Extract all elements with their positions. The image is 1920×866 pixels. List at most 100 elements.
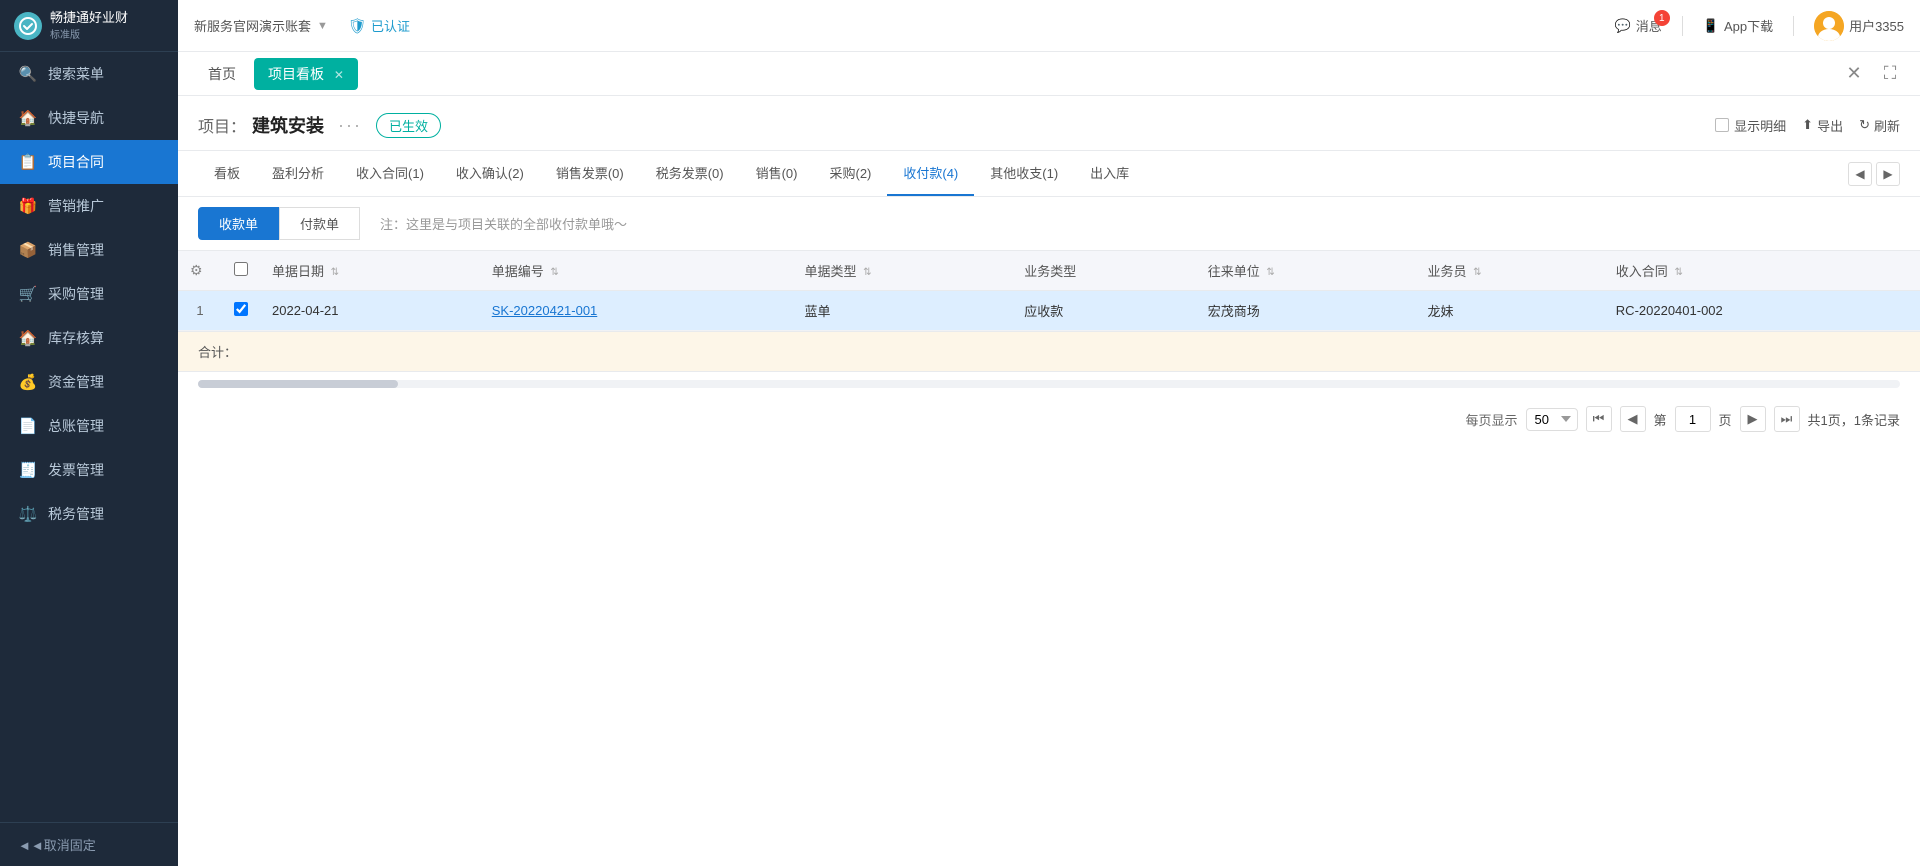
col-income-contract[interactable]: 收入合同 ⇅ <box>1604 251 1920 291</box>
type-sort-icon: ⇅ <box>863 267 871 278</box>
settings-icon[interactable]: ⚙ <box>190 262 203 278</box>
topbar: 新服务官网演示账套 ▼ 🛡 已认证 💬 消息 1 📱 App下载 <box>178 0 1920 52</box>
sidebar-item-label: 快捷导航 <box>48 108 104 128</box>
sidebar-item-label: 销售管理 <box>48 240 104 260</box>
sidebar-item-label: 税务管理 <box>48 504 104 524</box>
sidebar: 畅捷通好业财 标准版 🔍搜索菜单🏠快捷导航📋项目合同🎁营销推广📦销售管理🛒采购管… <box>0 0 178 866</box>
col-biz-type: 业务类型 <box>1012 251 1196 291</box>
export-btn[interactable]: ⬆ 导出 <box>1802 116 1843 135</box>
subtab-prev-btn[interactable]: ◀ <box>1848 162 1872 186</box>
salesperson-sort-icon: ⇅ <box>1473 267 1481 278</box>
user-btn[interactable]: 用户3355 <box>1814 11 1904 41</box>
sidebar-item-contract[interactable]: 📋项目合同 <box>0 140 178 184</box>
subtab-profit[interactable]: 盈利分析 <box>256 151 340 196</box>
verified-text: 已认证 <box>371 16 410 35</box>
tab-close-icon[interactable]: ✕ <box>334 68 344 82</box>
subtab-kanban[interactable]: 看板 <box>198 151 256 196</box>
page-input[interactable] <box>1675 406 1711 432</box>
account-chevron-icon: ▼ <box>317 20 328 32</box>
receipt-toggle-btn[interactable]: 收款单 <box>198 207 279 240</box>
maximize-window-btn[interactable]: ⛶ <box>1876 60 1904 88</box>
last-page-btn[interactable]: ⏭ <box>1774 406 1800 432</box>
prev-page-btn[interactable]: ◀ <box>1620 406 1646 432</box>
subtab-sales-invoice[interactable]: 销售发票(0) <box>540 151 640 196</box>
topbar-right: 💬 消息 1 📱 App下载 用户3355 <box>1615 11 1904 41</box>
close-window-btn[interactable]: ✕ <box>1840 60 1868 88</box>
avatar <box>1814 11 1844 41</box>
tab-project-board[interactable]: 项目看板 ✕ <box>254 58 358 90</box>
subtab-inout[interactable]: 出入库 <box>1074 151 1145 196</box>
app-download-label: App下载 <box>1724 16 1773 35</box>
sidebar-item-sales[interactable]: 📦 销售管理 <box>0 228 178 272</box>
sidebar-item-finance[interactable]: 💰资金管理 <box>0 360 178 404</box>
show-detail-label: 显示明细 <box>1734 116 1786 135</box>
contract-sort-icon: ⇅ <box>1674 267 1682 278</box>
show-detail-checkbox[interactable]: 显示明细 <box>1715 116 1786 135</box>
select-all-checkbox[interactable] <box>234 262 248 276</box>
subtab-tax-invoice[interactable]: 税务发票(0) <box>640 151 740 196</box>
total-info: 共1页，1条记录 <box>1808 410 1900 429</box>
col-salesperson[interactable]: 业务员 ⇅ <box>1415 251 1603 291</box>
per-page-select[interactable]: 50 100 200 <box>1526 408 1578 431</box>
app-download-btn[interactable]: 📱 App下载 <box>1703 16 1773 35</box>
sidebar-item-tax[interactable]: ⚖️税务管理 <box>0 492 178 536</box>
row-biz-type: 应收款 <box>1012 291 1196 331</box>
row-type: 蓝单 <box>792 291 1012 331</box>
subtab-receipt[interactable]: 收付款(4) <box>887 151 974 196</box>
next-page-btn[interactable]: ▶ <box>1740 406 1766 432</box>
subtab-income-confirm[interactable]: 收入确认(2) <box>440 151 540 196</box>
topbar-account[interactable]: 新服务官网演示账套 ▼ <box>194 16 328 35</box>
cancel-pin-btn[interactable]: ◄◄取消固定 <box>0 822 178 866</box>
sidebar-item-marketing[interactable]: 🎁营销推广 <box>0 184 178 228</box>
show-detail-checkbox-box <box>1715 118 1729 132</box>
project-more-btn[interactable]: ··· <box>338 115 362 136</box>
sidebar-item-purchase[interactable]: 🛒采购管理 <box>0 272 178 316</box>
sidebar-item-ledger[interactable]: 📄总账管理 <box>0 404 178 448</box>
subtab-sales[interactable]: 销售(0) <box>740 151 814 196</box>
subtab-income-contract[interactable]: 收入合同(1) <box>340 151 440 196</box>
view-toggle: 收款单 付款单 注：这里是与项目关联的全部收付款单哦～ <box>178 197 1920 250</box>
partner-sort-icon: ⇅ <box>1266 267 1274 278</box>
account-name: 新服务官网演示账套 <box>194 16 311 35</box>
subtab-purchase[interactable]: 采购(2) <box>813 151 887 196</box>
quicknav-icon: 🏠 <box>18 109 38 127</box>
row-checkbox[interactable] <box>222 291 260 331</box>
row-income-contract: RC-20220401-002 <box>1604 291 1920 331</box>
scrollbar-thumb[interactable] <box>198 380 398 388</box>
table-footer: 合计： <box>178 331 1920 372</box>
row-number-link[interactable]: SK-20220421-001 <box>492 303 598 318</box>
messages-btn[interactable]: 💬 消息 1 <box>1615 16 1662 35</box>
inventory-icon: 🏠 <box>18 329 38 347</box>
sidebar-item-inventory[interactable]: 🏠 库存核算 <box>0 316 178 360</box>
table-header-row: ⚙ 单据日期 ⇅ 单据编号 ⇅ 单据类型 <box>178 251 1920 291</box>
project-title: 建筑安装 <box>252 112 324 138</box>
subtab-other-expense[interactable]: 其他收支(1) <box>974 151 1074 196</box>
horizontal-scrollbar[interactable] <box>198 380 1900 388</box>
records-table: ⚙ 单据日期 ⇅ 单据编号 ⇅ 单据类型 <box>178 250 1920 331</box>
col-type[interactable]: 单据类型 ⇅ <box>792 251 1012 291</box>
col-date[interactable]: 单据日期 ⇅ <box>260 251 480 291</box>
search-icon: 🔍 <box>18 65 38 83</box>
page-label: 第 <box>1654 410 1667 429</box>
sidebar-item-label: 项目合同 <box>48 152 104 172</box>
invoice-icon: 🧾 <box>18 461 38 479</box>
first-page-btn[interactable]: ⏮ <box>1586 406 1612 432</box>
table-body: 1 2022-04-21 SK-20220421-001 蓝单 应收款 宏茂商场… <box>178 291 1920 331</box>
subtab-next-btn[interactable]: ▶ <box>1876 162 1900 186</box>
page-content: 项目： 建筑安装 ··· 已生效 显示明细 ⬆ 导出 ↻ 刷新 <box>178 96 1920 866</box>
sales-icon: 📦 <box>18 241 38 259</box>
sidebar-item-label: 搜索菜单 <box>48 64 104 84</box>
sidebar-item-quicknav[interactable]: 🏠 快捷导航 <box>0 96 178 140</box>
total-label: 合计： <box>198 345 237 360</box>
col-settings[interactable]: ⚙ <box>178 251 222 291</box>
col-partner[interactable]: 往来单位 ⇅ <box>1196 251 1416 291</box>
sidebar-item-invoice[interactable]: 🧾发票管理 <box>0 448 178 492</box>
scrollbar-area <box>178 372 1920 396</box>
refresh-btn[interactable]: ↻ 刷新 <box>1859 116 1900 135</box>
view-note: 注：这里是与项目关联的全部收付款单哦～ <box>380 214 627 233</box>
sidebar-item-label: 库存核算 <box>48 328 104 348</box>
col-number[interactable]: 单据编号 ⇅ <box>480 251 793 291</box>
payment-toggle-btn[interactable]: 付款单 <box>279 207 360 240</box>
sidebar-item-search[interactable]: 🔍 搜索菜单 <box>0 52 178 96</box>
tab-home[interactable]: 首页 <box>194 58 250 90</box>
